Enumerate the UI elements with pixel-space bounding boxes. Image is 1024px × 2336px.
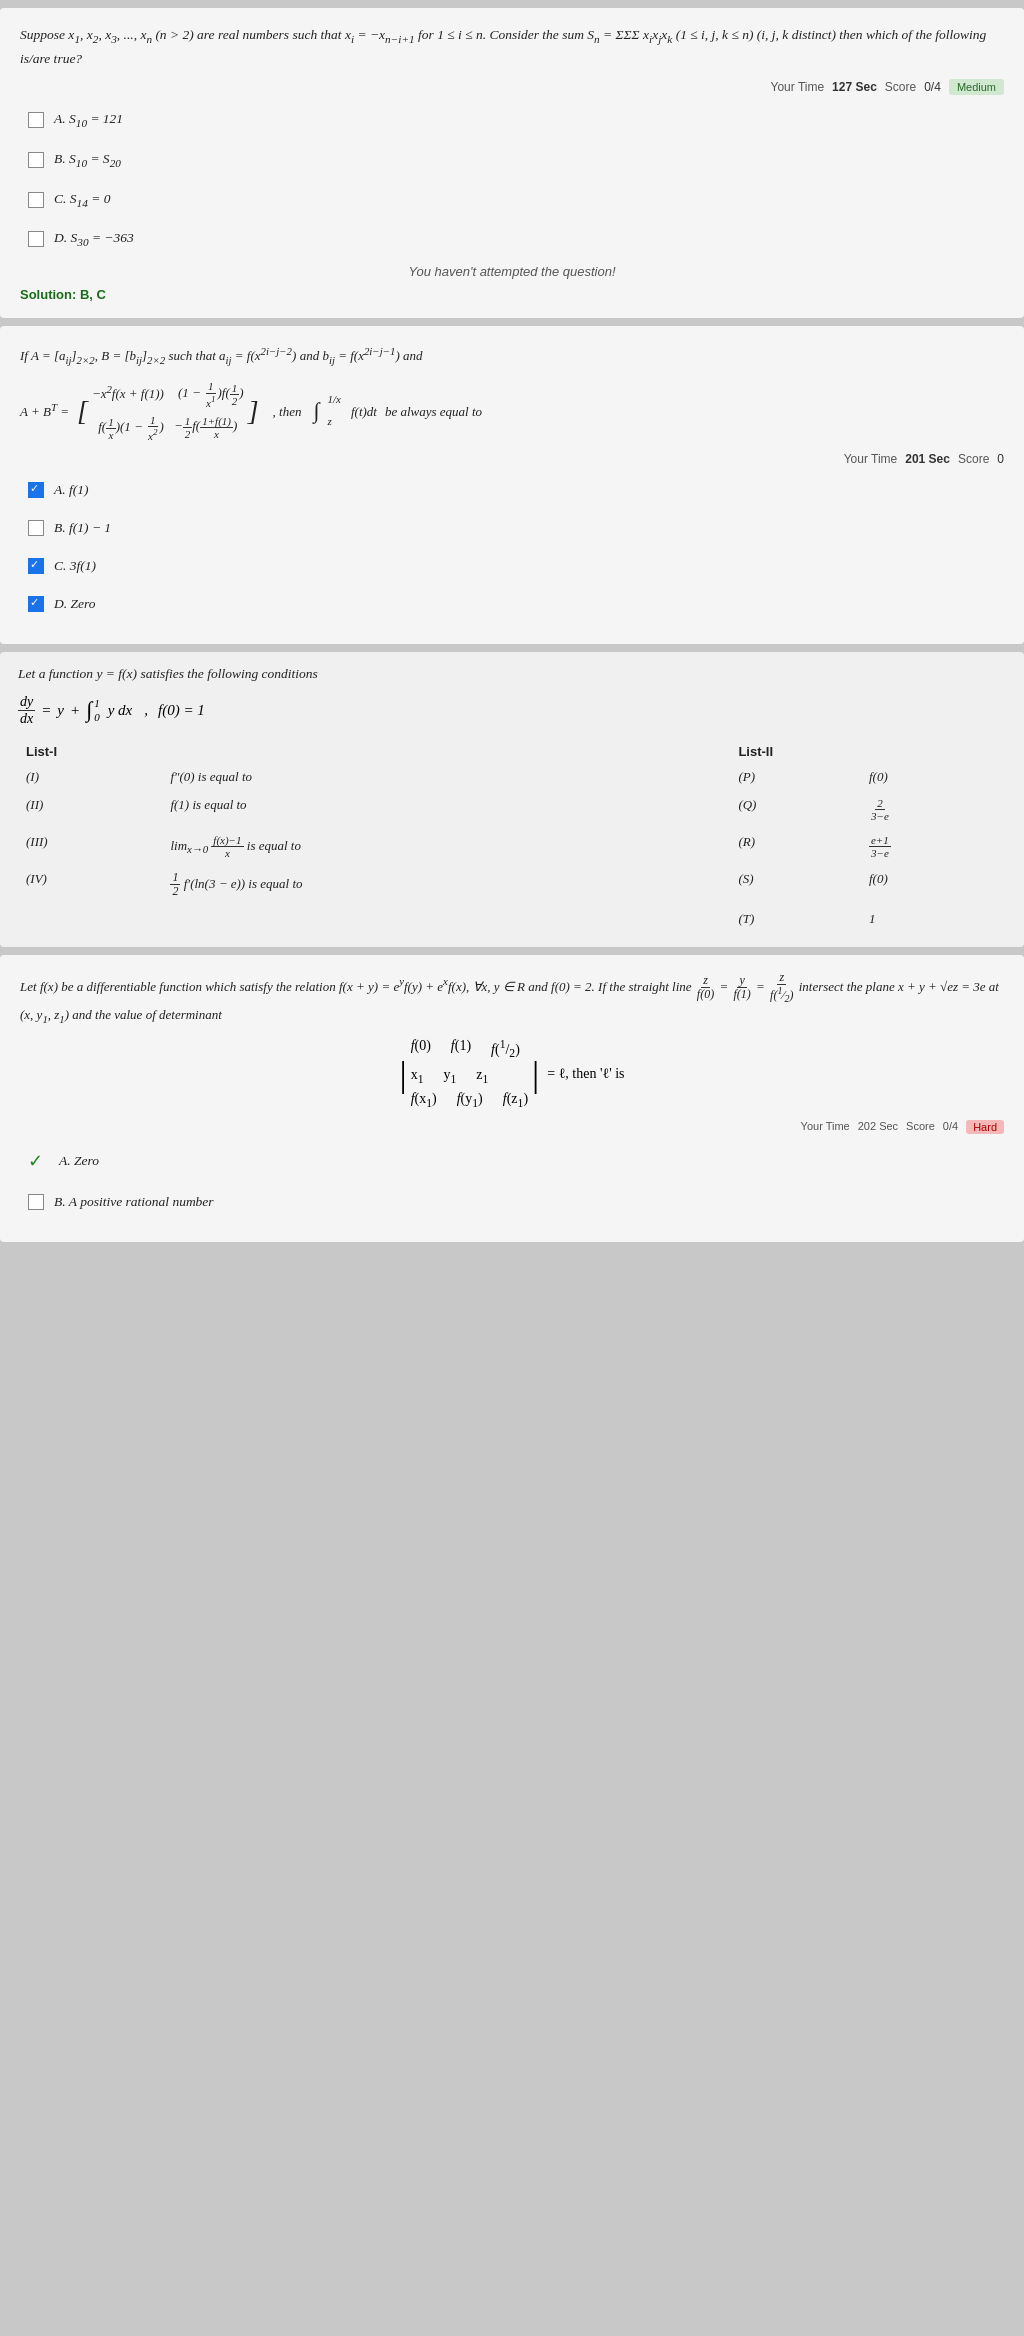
q1-text: Suppose x1, x2, x3, ..., xn (n > 2) are … [20, 24, 1004, 69]
q1-option-d[interactable]: D. S30 = −363 [20, 224, 1004, 254]
q1-meta: Your Time 127 Sec Score 0/4 Medium [20, 79, 1004, 95]
q3-row1-p: (P) [730, 763, 861, 791]
q1-label-b: B. S10 = S20 [54, 151, 121, 169]
q1-difficulty: Medium [949, 79, 1004, 95]
table-row: (II) f(1) is equal to (Q) 23−e [18, 791, 1006, 828]
q3-row4-roman: (IV) [18, 865, 162, 904]
q2-score-label: Score [958, 452, 989, 466]
q1-label-d: D. S30 = −363 [54, 230, 134, 248]
table-row: (T) 1 [18, 905, 1006, 933]
q2-option-d[interactable]: D. Zero [20, 590, 1004, 618]
table-row: (III) limx→0 f(x)−1x is equal to (R) e+1… [18, 828, 1006, 865]
q3-row5-val: 1 [861, 905, 1006, 933]
q3-row1-roman: (I) [18, 763, 162, 791]
q4-option-a[interactable]: ✓ A. Zero [20, 1144, 1004, 1178]
q3-list-ii-header: List-II [730, 740, 1006, 763]
q4-meta: Your Time 202 Sec Score 0/4 Hard [20, 1120, 1004, 1134]
q2-checkbox-a[interactable] [28, 482, 44, 498]
q1-time-label: Your Time [771, 80, 825, 94]
q1-label-a: A. S10 = 121 [54, 111, 123, 129]
q1-option-b[interactable]: B. S10 = S20 [20, 145, 1004, 175]
q2-checkbox-c[interactable] [28, 558, 44, 574]
q3-row3-r: (R) [730, 828, 861, 865]
q1-checkbox-c[interactable] [28, 192, 44, 208]
matrix-display: [ −x2f(x + f(1)) (1 − 1x1)f(12) f(1x)(1 … [77, 380, 259, 442]
q1-checkbox-a[interactable] [28, 112, 44, 128]
q3-row1-val: f(0) [861, 763, 1006, 791]
q2-option-c[interactable]: C. 3f(1) [20, 552, 1004, 580]
q4-checkbox-b[interactable] [28, 1194, 44, 1210]
q2-label-a: A. f(1) [54, 482, 89, 498]
q1-option-a[interactable]: A. S10 = 121 [20, 105, 1004, 135]
question-card-2: If A = [aij]2×2, B = [bij]2×2 such that … [0, 326, 1024, 644]
q1-checkbox-b[interactable] [28, 152, 44, 168]
q2-score-value: 0 [997, 452, 1004, 466]
question-card-3: Let a function y = f(x) satisfies the fo… [0, 652, 1024, 947]
q2-label-c: C. 3f(1) [54, 558, 96, 574]
q3-row5-t: (T) [730, 905, 861, 933]
q1-not-attempted: You haven't attempted the question! [20, 264, 1004, 279]
q1-score-value: 0/4 [924, 80, 941, 94]
q2-option-a[interactable]: A. f(1) [20, 476, 1004, 504]
q3-row3-val: e+13−e [861, 828, 1006, 865]
q4-difficulty: Hard [966, 1120, 1004, 1134]
q1-label-c: C. S14 = 0 [54, 191, 110, 209]
q2-label-b: B. f(1) − 1 [54, 520, 111, 536]
q3-row4-val: f(0) [861, 865, 1006, 904]
q1-option-c[interactable]: C. S14 = 0 [20, 185, 1004, 215]
question-card-1: Suppose x1, x2, x3, ..., xn (n > 2) are … [0, 8, 1024, 318]
q2-checkbox-d[interactable] [28, 596, 44, 612]
question-card-4: Let f(x) be a differentiable function wh… [0, 955, 1024, 1243]
q3-row3-roman: (III) [18, 828, 162, 865]
table-row: (IV) 12 f′(ln(3 − e)) is equal to (S) f(… [18, 865, 1006, 904]
q2-text: If A = [aij]2×2, B = [bij]2×2 such that … [20, 342, 1004, 442]
q2-meta: Your Time 201 Sec Score 0 [20, 452, 1004, 466]
q4-label-a: A. Zero [59, 1153, 99, 1169]
q3-row3-desc: limx→0 f(x)−1x is equal to [162, 828, 730, 865]
q3-row2-desc: f(1) is equal to [162, 791, 730, 828]
q4-score-value: 0/4 [943, 1120, 958, 1134]
q3-row2-q: (Q) [730, 791, 861, 828]
q4-label-b: B. A positive rational number [54, 1194, 214, 1210]
q4-time-value: 202 Sec [858, 1120, 898, 1134]
q4-check-a: ✓ [28, 1150, 43, 1172]
q4-text: Let f(x) be a differentiable function wh… [20, 971, 1004, 1029]
q1-solution: Solution: B, C [20, 287, 1004, 302]
q3-condition: dydx = y + ∫ 1 0 y dx , f(0) = 1 [18, 694, 1006, 726]
q3-list-i-header: List-I [18, 740, 730, 763]
q4-option-b[interactable]: B. A positive rational number [20, 1188, 1004, 1216]
q3-list-table: List-I List-II (I) f″(0) is equal to (P)… [18, 740, 1006, 933]
q1-score-label: Score [885, 80, 916, 94]
q3-row2-roman: (II) [18, 791, 162, 828]
q3-row4-s: (S) [730, 865, 861, 904]
q3-row4-desc: 12 f′(ln(3 − e)) is equal to [162, 865, 730, 904]
q2-label-d: D. Zero [54, 596, 96, 612]
q1-time-value: 127 Sec [832, 80, 877, 94]
q2-time-label: Your Time [844, 452, 898, 466]
q3-row1-desc: f″(0) is equal to [162, 763, 730, 791]
q2-option-b[interactable]: B. f(1) − 1 [20, 514, 1004, 542]
q4-score-label: Score [906, 1120, 935, 1134]
q3-row2-val: 23−e [861, 791, 1006, 828]
table-row: (I) f″(0) is equal to (P) f(0) [18, 763, 1006, 791]
q1-checkbox-d[interactable] [28, 231, 44, 247]
q4-time-label: Your Time [801, 1120, 850, 1134]
q2-time-value: 201 Sec [905, 452, 950, 466]
q3-title: Let a function y = f(x) satisfies the fo… [18, 666, 1006, 682]
q4-determinant: | f(0)f(1)f(1/2) x1y1z1 f(x1)f(y1)f(z1) … [20, 1038, 1004, 1110]
q2-checkbox-b[interactable] [28, 520, 44, 536]
